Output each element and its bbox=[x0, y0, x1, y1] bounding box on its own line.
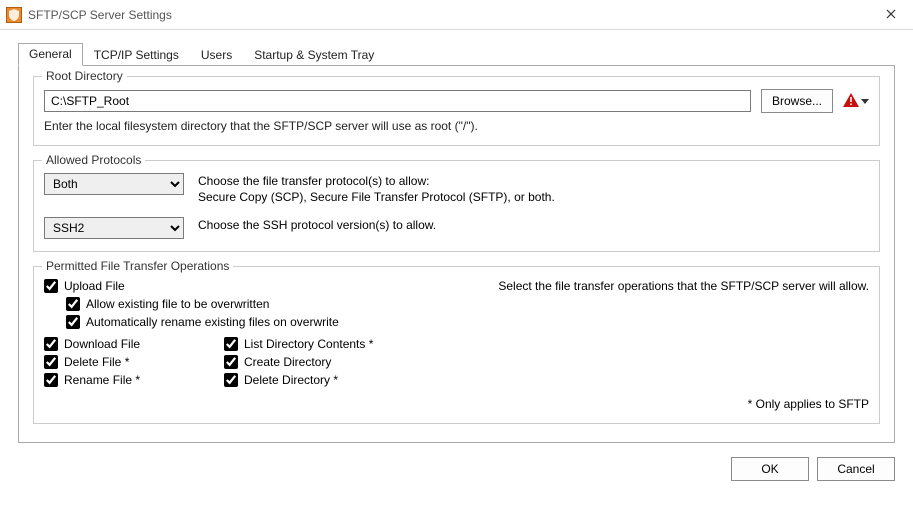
allow-overwrite-label: Allow existing file to be overwritten bbox=[86, 297, 269, 311]
tab-startup[interactable]: Startup & System Tray bbox=[243, 44, 385, 66]
list-directory-label: List Directory Contents * bbox=[244, 337, 373, 351]
root-directory-group: Root Directory Browse... bbox=[33, 76, 880, 146]
permitted-operations-legend: Permitted File Transfer Operations bbox=[42, 259, 233, 273]
tab-general[interactable]: General bbox=[18, 43, 83, 66]
browse-button[interactable]: Browse... bbox=[761, 89, 833, 113]
cancel-button[interactable]: Cancel bbox=[817, 457, 895, 481]
transfer-protocol-desc-line1: Choose the file transfer protocol(s) to … bbox=[198, 173, 555, 189]
create-directory-input[interactable] bbox=[224, 355, 238, 369]
upload-file-input[interactable] bbox=[44, 279, 58, 293]
delete-file-input[interactable] bbox=[44, 355, 58, 369]
window-title: SFTP/SCP Server Settings bbox=[28, 8, 871, 22]
transfer-protocol-select[interactable]: Both bbox=[44, 173, 184, 195]
root-directory-help: Enter the local filesystem directory tha… bbox=[44, 119, 869, 133]
tab-strip: General TCP/IP Settings Users Startup & … bbox=[18, 44, 895, 66]
warning-icon bbox=[843, 93, 859, 110]
chevron-down-icon bbox=[861, 94, 869, 108]
tab-tcpip[interactable]: TCP/IP Settings bbox=[83, 44, 190, 66]
delete-file-label: Delete File * bbox=[64, 355, 129, 369]
allowed-protocols-group: Allowed Protocols Both Choose the file t… bbox=[33, 160, 880, 252]
transfer-protocol-desc-line2: Secure Copy (SCP), Secure File Transfer … bbox=[198, 189, 555, 205]
delete-directory-checkbox[interactable]: Delete Directory * bbox=[224, 373, 384, 387]
create-directory-label: Create Directory bbox=[244, 355, 331, 369]
root-directory-input[interactable] bbox=[44, 90, 751, 112]
operations-note: Select the file transfer operations that… bbox=[498, 279, 869, 293]
root-directory-legend: Root Directory bbox=[42, 69, 127, 83]
download-file-input[interactable] bbox=[44, 337, 58, 351]
delete-directory-label: Delete Directory * bbox=[244, 373, 338, 387]
tab-users[interactable]: Users bbox=[190, 44, 243, 66]
allow-overwrite-checkbox[interactable]: Allow existing file to be overwritten bbox=[66, 297, 384, 311]
allow-overwrite-input[interactable] bbox=[66, 297, 80, 311]
ssh-protocol-desc: Choose the SSH protocol version(s) to al… bbox=[198, 217, 436, 233]
operations-footnote: * Only applies to SFTP bbox=[44, 397, 869, 411]
allowed-protocols-legend: Allowed Protocols bbox=[42, 153, 145, 167]
rename-file-label: Rename File * bbox=[64, 373, 140, 387]
upload-file-checkbox[interactable]: Upload File bbox=[44, 279, 384, 293]
upload-file-label: Upload File bbox=[64, 279, 125, 293]
delete-file-checkbox[interactable]: Delete File * bbox=[44, 355, 204, 369]
dialog-button-row: OK Cancel bbox=[0, 443, 913, 481]
auto-rename-input[interactable] bbox=[66, 315, 80, 329]
list-directory-checkbox[interactable]: List Directory Contents * bbox=[224, 337, 384, 351]
permitted-operations-group: Permitted File Transfer Operations Uploa… bbox=[33, 266, 880, 424]
auto-rename-checkbox[interactable]: Automatically rename existing files on o… bbox=[66, 315, 384, 329]
close-icon bbox=[886, 8, 896, 22]
transfer-protocol-desc: Choose the file transfer protocol(s) to … bbox=[198, 173, 555, 205]
delete-directory-input[interactable] bbox=[224, 373, 238, 387]
ssh-protocol-select[interactable]: SSH2 bbox=[44, 217, 184, 239]
close-button[interactable] bbox=[871, 1, 911, 29]
tab-panel-general: Root Directory Browse... bbox=[18, 66, 895, 443]
title-bar: SFTP/SCP Server Settings bbox=[0, 0, 913, 30]
create-directory-checkbox[interactable]: Create Directory bbox=[224, 355, 384, 369]
download-file-label: Download File bbox=[64, 337, 140, 351]
rename-file-input[interactable] bbox=[44, 373, 58, 387]
list-directory-input[interactable] bbox=[224, 337, 238, 351]
warning-dropdown[interactable] bbox=[843, 93, 869, 110]
rename-file-checkbox[interactable]: Rename File * bbox=[44, 373, 204, 387]
app-shield-icon bbox=[6, 7, 22, 23]
ok-button[interactable]: OK bbox=[731, 457, 809, 481]
auto-rename-label: Automatically rename existing files on o… bbox=[86, 315, 339, 329]
download-file-checkbox[interactable]: Download File bbox=[44, 337, 204, 351]
